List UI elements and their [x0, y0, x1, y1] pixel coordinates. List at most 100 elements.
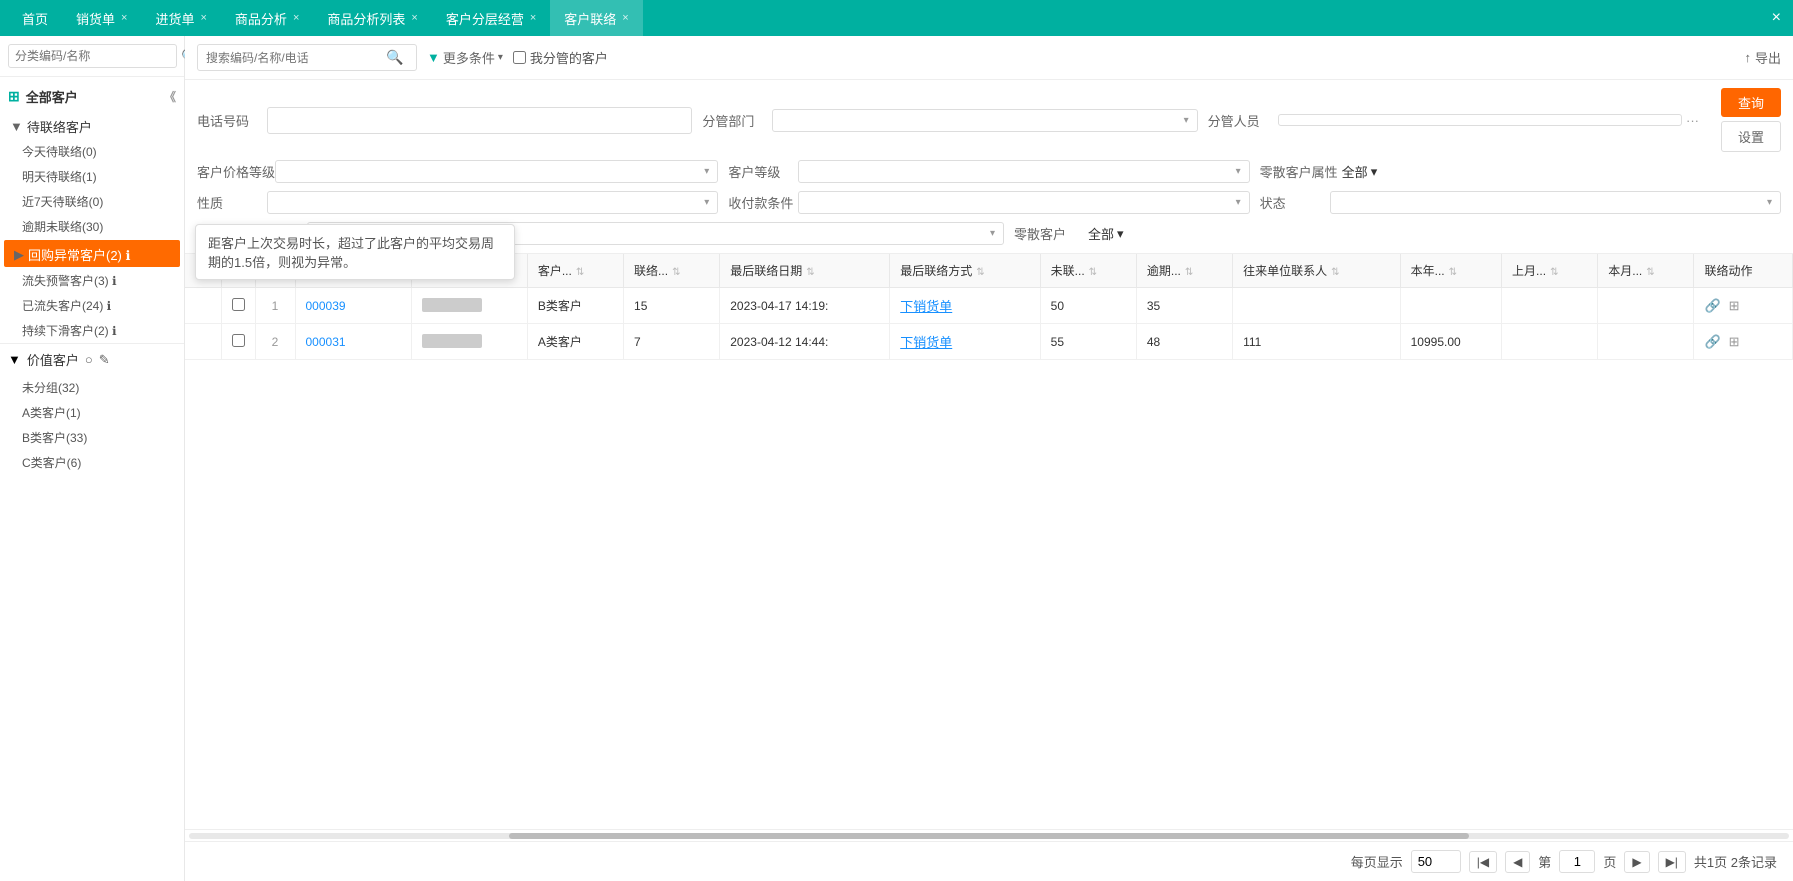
sidebar-item-c-class[interactable]: C类客户(6) — [0, 450, 184, 475]
close-product-analysis-list-icon[interactable]: × — [411, 12, 417, 24]
sidebar-item-tomorrow-contact[interactable]: 明天待联络(1) — [0, 164, 184, 189]
top-nav: 首页 销货单 × 进货单 × 商品分析 × 商品分析列表 × 客户分层经营 × … — [0, 0, 1793, 36]
page-number-input[interactable] — [1559, 850, 1595, 873]
sidebar-item-lost[interactable]: 已流失客户(24) ℹ — [0, 293, 184, 318]
col-last-contact-method[interactable]: 最后联络方式⇅ — [890, 254, 1040, 288]
sidebar-item-declining[interactable]: 持续下滑客户(2) ℹ — [0, 318, 184, 343]
search-bar: 🔍 ▼ 更多条件 ▾ 我分管的客户 ↑ 导出 — [185, 36, 1793, 80]
row-customer-code-0[interactable]: 000039 — [295, 288, 411, 324]
pay-terms-select[interactable]: ▾ — [798, 191, 1249, 214]
gender-select[interactable]: ▾ — [267, 191, 718, 214]
search-input-wrap: 🔍 — [197, 44, 417, 71]
nav-purchase-order[interactable]: 进货单 × — [141, 0, 220, 36]
close-purchase-order-icon[interactable]: × — [200, 12, 206, 24]
row-last-contact-date-0: 2023-04-17 14:19: — [720, 288, 890, 324]
my-customers-checkbox[interactable] — [513, 51, 526, 64]
col-this-year[interactable]: 本年...⇅ — [1400, 254, 1501, 288]
retail-customer-select[interactable]: 全部 ▾ — [1084, 224, 1128, 243]
sidebar-item-loss-warning[interactable]: 流失预警客户(3) ℹ — [0, 268, 184, 293]
row-company-contact-1: 111 — [1233, 324, 1401, 360]
content-area: 🔍 ▼ 更多条件 ▾ 我分管的客户 ↑ 导出 电话号码 — [185, 36, 1793, 881]
row-action-0: 🔗 ⊞ — [1694, 288, 1793, 324]
sidebar-item-today-contact[interactable]: 今天待联络(0) — [0, 139, 184, 164]
col-last-contact-date[interactable]: 最后联络日期⇅ — [720, 254, 890, 288]
filter-icon: ▼ — [427, 50, 440, 65]
col-contact[interactable]: 联络...⇅ — [624, 254, 720, 288]
nav-home[interactable]: 首页 — [8, 0, 62, 36]
customer-level-caret-icon: ▾ — [1236, 166, 1241, 177]
col-company-contact[interactable]: 往来单位联系人⇅ — [1233, 254, 1401, 288]
export-btn[interactable]: ↑ 导出 — [1744, 48, 1781, 67]
first-page-btn[interactable]: |◀ — [1469, 851, 1497, 873]
action-grid-icon-1[interactable]: ⊞ — [1729, 334, 1740, 350]
sidebar-all-customers[interactable]: ⊞ 全部客户 《 — [0, 81, 184, 112]
col-overdue[interactable]: 逾期...⇅ — [1136, 254, 1232, 288]
sidebar-item-a-class[interactable]: A类客户(1) — [0, 400, 184, 425]
main-search-icon[interactable]: 🔍 — [386, 49, 403, 66]
person-input[interactable] — [1278, 114, 1682, 126]
sidebar: 🔍 ⊞ 全部客户 《 ▼ 待联络客户 今天待联络(0) 明天待联络(1) 近7天… — [0, 36, 185, 881]
nav-customer-contact[interactable]: 客户联络 × — [550, 0, 642, 36]
filter-person: 分管人员 ··· — [1208, 111, 1703, 130]
per-page-select[interactable]: 50 100 — [1411, 850, 1461, 873]
col-this-month[interactable]: 本月...⇅ — [1598, 254, 1694, 288]
row-checkbox-0[interactable] — [232, 298, 245, 311]
close-product-analysis-icon[interactable]: × — [293, 12, 299, 24]
nav-customer-segment[interactable]: 客户分层经营 × — [432, 0, 550, 36]
collapse-icon: 《 — [164, 88, 176, 105]
sidebar-tree: ⊞ 全部客户 《 ▼ 待联络客户 今天待联络(0) 明天待联络(1) 近7天待联… — [0, 77, 184, 881]
person-dots-btn[interactable]: ··· — [1682, 113, 1703, 128]
query-button[interactable]: 查询 — [1721, 88, 1781, 117]
my-customers-checkbox-area[interactable]: 我分管的客户 — [513, 48, 608, 67]
row-last-contact-method-0[interactable]: 下销货单 — [890, 288, 1040, 324]
nav-product-analysis-list[interactable]: 商品分析列表 × — [313, 0, 431, 36]
col-unreached[interactable]: 未联...⇅ — [1040, 254, 1136, 288]
close-customer-segment-icon[interactable]: × — [530, 12, 536, 24]
sidebar-search-input[interactable] — [8, 44, 177, 68]
col-action: 联络动作 — [1694, 254, 1793, 288]
sidebar-value-customers-header[interactable]: ▼ 价值客户 ○ ✎ — [0, 343, 184, 375]
row-customer-code-1[interactable]: 000031 — [295, 324, 411, 360]
sidebar-group-pending-contact[interactable]: ▼ 待联络客户 — [0, 112, 184, 139]
nav-product-analysis[interactable]: 商品分析 × — [221, 0, 313, 36]
sidebar-item-7days-contact[interactable]: 近7天待联络(0) — [0, 189, 184, 214]
price-level-caret-icon: ▾ — [704, 166, 709, 177]
dept-caret-icon: ▾ — [1184, 115, 1189, 126]
row-last-contact-method-1[interactable]: 下销货单 — [890, 324, 1040, 360]
prev-page-btn[interactable]: ◀ — [1505, 851, 1530, 873]
sidebar-edit-icon[interactable]: ✎ — [99, 352, 110, 368]
nav-sales-order[interactable]: 销货单 × — [62, 0, 141, 36]
close-sales-order-icon[interactable]: × — [121, 12, 127, 24]
col-customer-type[interactable]: 客户...⇅ — [527, 254, 623, 288]
close-all-tabs-icon[interactable]: × — [1772, 9, 1781, 27]
close-customer-contact-icon[interactable]: × — [622, 12, 628, 24]
status-select[interactable]: ▾ — [1330, 191, 1781, 214]
next-page-btn[interactable]: ▶ — [1624, 851, 1649, 873]
action-link-icon-0[interactable]: 🔗 — [1704, 298, 1720, 314]
sidebar-search-area: 🔍 — [0, 36, 184, 77]
grid-icon: ⊞ — [8, 88, 20, 105]
scrollbar-thumb[interactable] — [509, 833, 1469, 839]
customer-level-select[interactable]: ▾ — [798, 160, 1249, 183]
dept-select[interactable]: ▾ — [772, 109, 1197, 132]
sidebar-item-overdue-contact[interactable]: 逾期未联络(30) — [0, 214, 184, 239]
sidebar-group-repurchase-abnormal[interactable]: ▶ 回购异常客户(2) ℹ — [4, 240, 180, 267]
phone-input[interactable] — [267, 107, 692, 134]
sidebar-item-unclassified[interactable]: 未分组(32) — [0, 375, 184, 400]
action-link-icon-1[interactable]: 🔗 — [1704, 334, 1720, 350]
col-last-month[interactable]: 上月...⇅ — [1502, 254, 1598, 288]
value-customers-arrow-icon: ▼ — [8, 352, 21, 367]
more-conditions-btn[interactable]: ▼ 更多条件 ▾ — [427, 48, 503, 67]
action-grid-icon-0[interactable]: ⊞ — [1729, 298, 1740, 314]
sidebar-item-b-class[interactable]: B类客户(33) — [0, 425, 184, 450]
main-search-input[interactable] — [206, 51, 386, 65]
last-page-btn[interactable]: ▶| — [1658, 851, 1686, 873]
retail-attr-select[interactable]: 全部 ▾ — [1338, 162, 1382, 181]
horizontal-scrollbar[interactable] — [185, 829, 1793, 841]
row-settings — [185, 288, 221, 324]
settings-button[interactable]: 设置 — [1721, 121, 1781, 152]
row-checkbox-1[interactable] — [232, 334, 245, 347]
row-this-year-1: 10995.00 — [1400, 324, 1501, 360]
sidebar-circle-icon[interactable]: ○ — [85, 352, 93, 368]
price-level-select[interactable]: ▾ — [275, 160, 718, 183]
